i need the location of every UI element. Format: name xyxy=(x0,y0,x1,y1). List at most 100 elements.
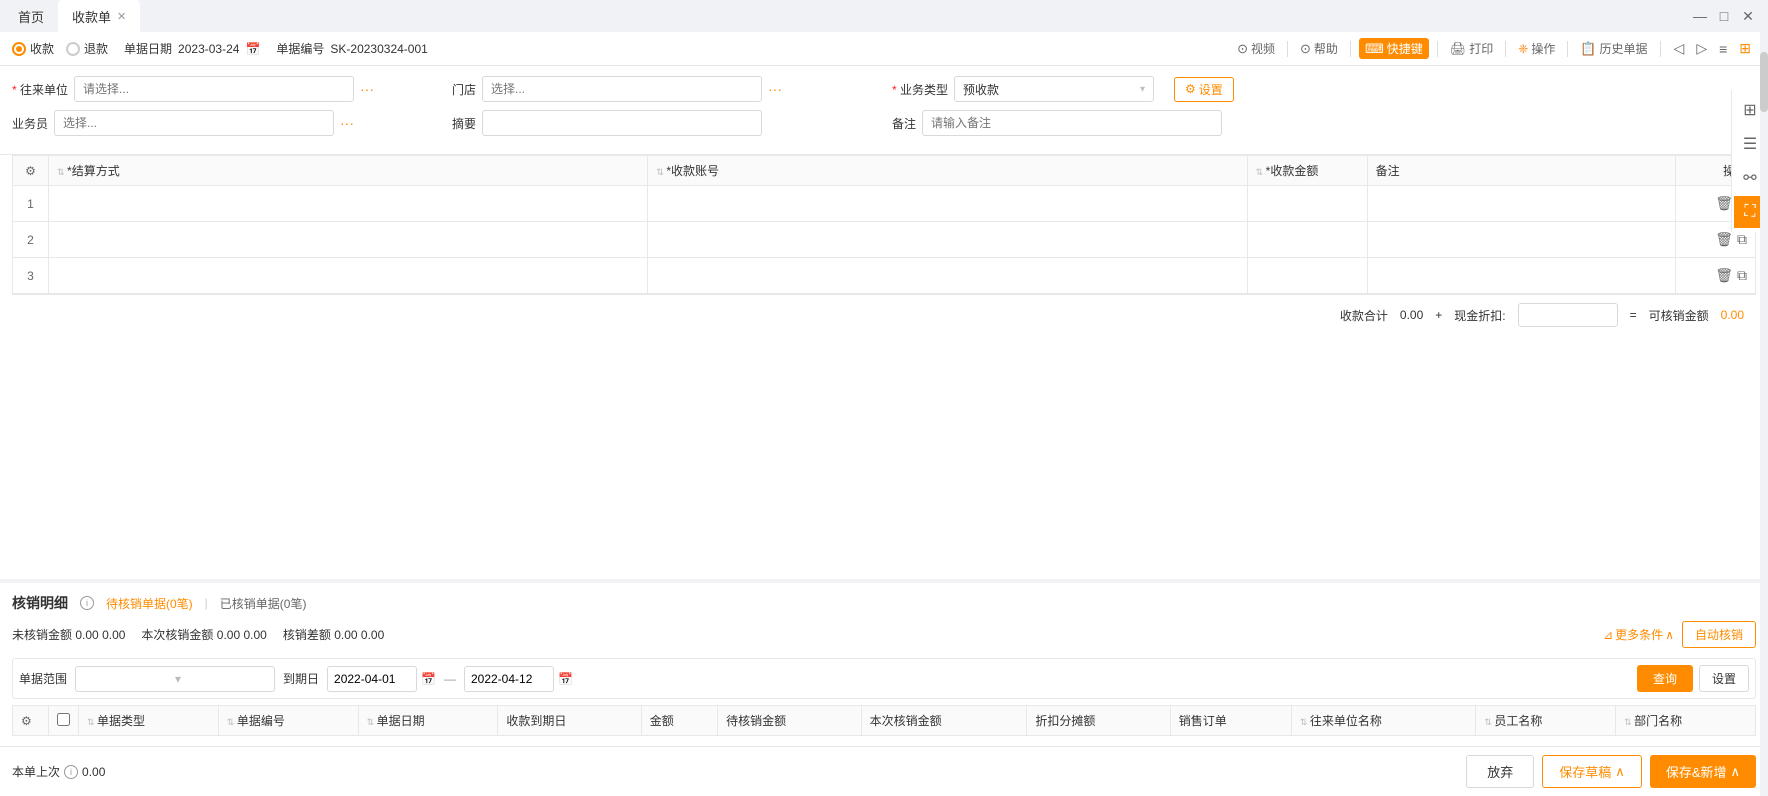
btcol-doctype-label: 单据类型 xyxy=(97,714,145,728)
range-dropdown[interactable]: ▾ xyxy=(75,666,275,692)
cell-amount-2[interactable] xyxy=(1247,222,1367,258)
stat-val-0: 0.00 xyxy=(102,628,125,642)
counterparty-more-icon[interactable]: ··· xyxy=(354,81,380,97)
salesrep-input[interactable] xyxy=(54,110,334,136)
store-more-icon[interactable]: ··· xyxy=(762,81,788,97)
shortcut-action[interactable]: ⌨ 快捷键 xyxy=(1359,38,1429,59)
auto-verify-button[interactable]: 自动核销 xyxy=(1682,621,1756,648)
btcol-employee: ⇅ 员工名称 xyxy=(1476,706,1616,736)
toolbar-actions: ⊙ 视频 ⊙ 帮助 ⌨ 快捷键 🖨 打印 ❈ 操作 xyxy=(1233,38,1756,59)
bottom-table-wrapper: ⚙ ⇅ 单据类型 ⇅ 单据编号 xyxy=(12,705,1756,736)
view-toggle: ◁ ▷ ≡ ⊞ xyxy=(1669,38,1756,59)
btcol-discount: 折扣分摊额 xyxy=(1027,706,1170,736)
save-new-button[interactable]: 保存&新增 ∧ xyxy=(1650,755,1756,788)
video-action[interactable]: ⊙ 视频 xyxy=(1233,38,1279,59)
settings-button[interactable]: ⚙ 设置 xyxy=(1174,77,1234,102)
minimize-btn[interactable]: — xyxy=(1692,8,1708,24)
prev-view-btn[interactable]: ◁ xyxy=(1669,38,1690,59)
delete-icon-3[interactable]: 🗑 xyxy=(1715,267,1733,284)
footer: 本单上次 i 0.00 放弃 保存草稿 ∧ 保存&新增 ∧ xyxy=(0,746,1768,796)
date-to-field: 📅 xyxy=(464,666,573,692)
maximize-btn[interactable]: □ xyxy=(1716,8,1732,24)
range-arrow-icon: ▾ xyxy=(175,672,266,686)
next-view-btn[interactable]: ▷ xyxy=(1691,38,1712,59)
verify-section: 核销明细 i 待核销单据(0笔) | 已核销单据(0笔) 未核销金额 0.00 … xyxy=(0,579,1768,746)
table-gear-icon[interactable]: ⚙ xyxy=(25,164,36,178)
cell-settlement-1[interactable] xyxy=(49,186,648,222)
scrollbar xyxy=(1760,32,1768,796)
copy-icon-2[interactable]: ⧉ xyxy=(1737,231,1747,248)
ops-icon: ❈ xyxy=(1518,42,1528,56)
save-draft-arrow-icon: ∧ xyxy=(1615,764,1625,780)
cell-account-1[interactable] xyxy=(648,186,1247,222)
summary-field: 摘要 xyxy=(452,110,872,136)
btcol-salesorder: 销售订单 xyxy=(1170,706,1291,736)
list-view-btn[interactable]: ≡ xyxy=(1714,39,1732,59)
cell-amount-1[interactable] xyxy=(1247,186,1367,222)
verifiable-label: 可核销金额 xyxy=(1649,307,1709,324)
verifiable-value: 0.00 xyxy=(1721,308,1744,322)
delete-icon-2[interactable]: 🗑 xyxy=(1715,231,1733,248)
date-to-input[interactable] xyxy=(464,666,554,692)
cell-settlement-2[interactable] xyxy=(49,222,648,258)
save-draft-button[interactable]: 保存草稿 ∧ xyxy=(1542,755,1642,788)
query-button[interactable]: 查询 xyxy=(1637,665,1693,692)
stat-diff-value: 0.00 xyxy=(334,628,357,642)
cell-account-3[interactable] xyxy=(648,258,1247,294)
radio-receipt[interactable]: 收款 xyxy=(12,40,54,57)
footer-info-icon[interactable]: i xyxy=(64,765,78,779)
salesrep-more-icon[interactable]: ··· xyxy=(334,115,360,131)
select-all-checkbox[interactable] xyxy=(57,713,70,726)
tab-receipt[interactable]: 收款单 ✕ xyxy=(58,0,140,32)
close-btn[interactable]: ✕ xyxy=(1740,8,1756,24)
summary-input[interactable] xyxy=(482,110,762,136)
verify-tab-pending[interactable]: 待核销单据(0笔) xyxy=(106,595,193,612)
store-input[interactable] xyxy=(482,76,762,102)
more-conditions-label: 更多条件 xyxy=(1615,626,1663,643)
sort-icon2: ⇅ xyxy=(656,167,666,177)
radio-refund[interactable]: 退款 xyxy=(66,40,108,57)
counterparty-field: 往来单位 ··· xyxy=(12,76,432,102)
col-remark: 备注 xyxy=(1367,156,1675,186)
tab-close-icon[interactable]: ✕ xyxy=(117,10,126,23)
cell-account-2[interactable] xyxy=(648,222,1247,258)
keyboard-icon: ⌨ xyxy=(1365,41,1384,57)
calendar-from-icon[interactable]: 📅 xyxy=(421,672,436,686)
verify-info-icon[interactable]: i xyxy=(80,596,94,610)
print-action[interactable]: 🖨 打印 xyxy=(1446,38,1498,59)
help-action[interactable]: ⊙ 帮助 xyxy=(1296,38,1342,59)
tab-home[interactable]: 首页 xyxy=(4,0,58,32)
discount-input[interactable] xyxy=(1518,303,1618,327)
ops-action[interactable]: ❈ 操作 xyxy=(1514,38,1559,59)
business-type-select[interactable]: 预收款 ▾ xyxy=(954,76,1154,102)
stat-current-value: 0.00 xyxy=(217,628,240,642)
calendar-icon[interactable]: 📅 xyxy=(245,42,260,56)
tab-bar: 首页 收款单 ✕ — □ ✕ xyxy=(0,0,1768,32)
form-row-1: 往来单位 ··· 门店 ··· 业务类型 预收款 ▾ ⚙ 设置 xyxy=(12,76,1756,102)
calendar-to-icon[interactable]: 📅 xyxy=(558,672,573,686)
divider1 xyxy=(1287,41,1288,57)
counterparty-input[interactable] xyxy=(74,76,354,102)
store-label: 门店 xyxy=(452,81,482,98)
filter-settings-button[interactable]: 设置 xyxy=(1699,665,1749,692)
bt-gear-icon[interactable]: ⚙ xyxy=(21,714,32,728)
abandon-button[interactable]: 放弃 xyxy=(1466,755,1534,788)
cell-remark-1[interactable] xyxy=(1367,186,1675,222)
divider5 xyxy=(1567,41,1568,57)
cell-remark-3[interactable] xyxy=(1367,258,1675,294)
copy-icon-3[interactable]: ⧉ xyxy=(1737,267,1747,284)
date-from-input[interactable] xyxy=(327,666,417,692)
grid-view-btn[interactable]: ⊞ xyxy=(1734,38,1756,59)
sort-icon: ⇅ xyxy=(57,167,67,177)
table-row: 3 🗑 ⧉ xyxy=(13,258,1756,294)
history-action[interactable]: 📋 历史单据 xyxy=(1576,38,1651,59)
cell-amount-3[interactable] xyxy=(1247,258,1367,294)
verify-tab-done[interactable]: 已核销单据(0笔) xyxy=(220,595,307,612)
cell-settlement-3[interactable] xyxy=(49,258,648,294)
btcol-docnum: ⇅ 单据编号 xyxy=(218,706,358,736)
more-conditions-btn[interactable]: ⊿ 更多条件 ∧ xyxy=(1603,626,1674,643)
scrollbar-thumb[interactable] xyxy=(1760,52,1768,112)
remark-input[interactable] xyxy=(922,110,1222,136)
cell-remark-2[interactable] xyxy=(1367,222,1675,258)
counterparty-label: 往来单位 xyxy=(12,81,74,98)
